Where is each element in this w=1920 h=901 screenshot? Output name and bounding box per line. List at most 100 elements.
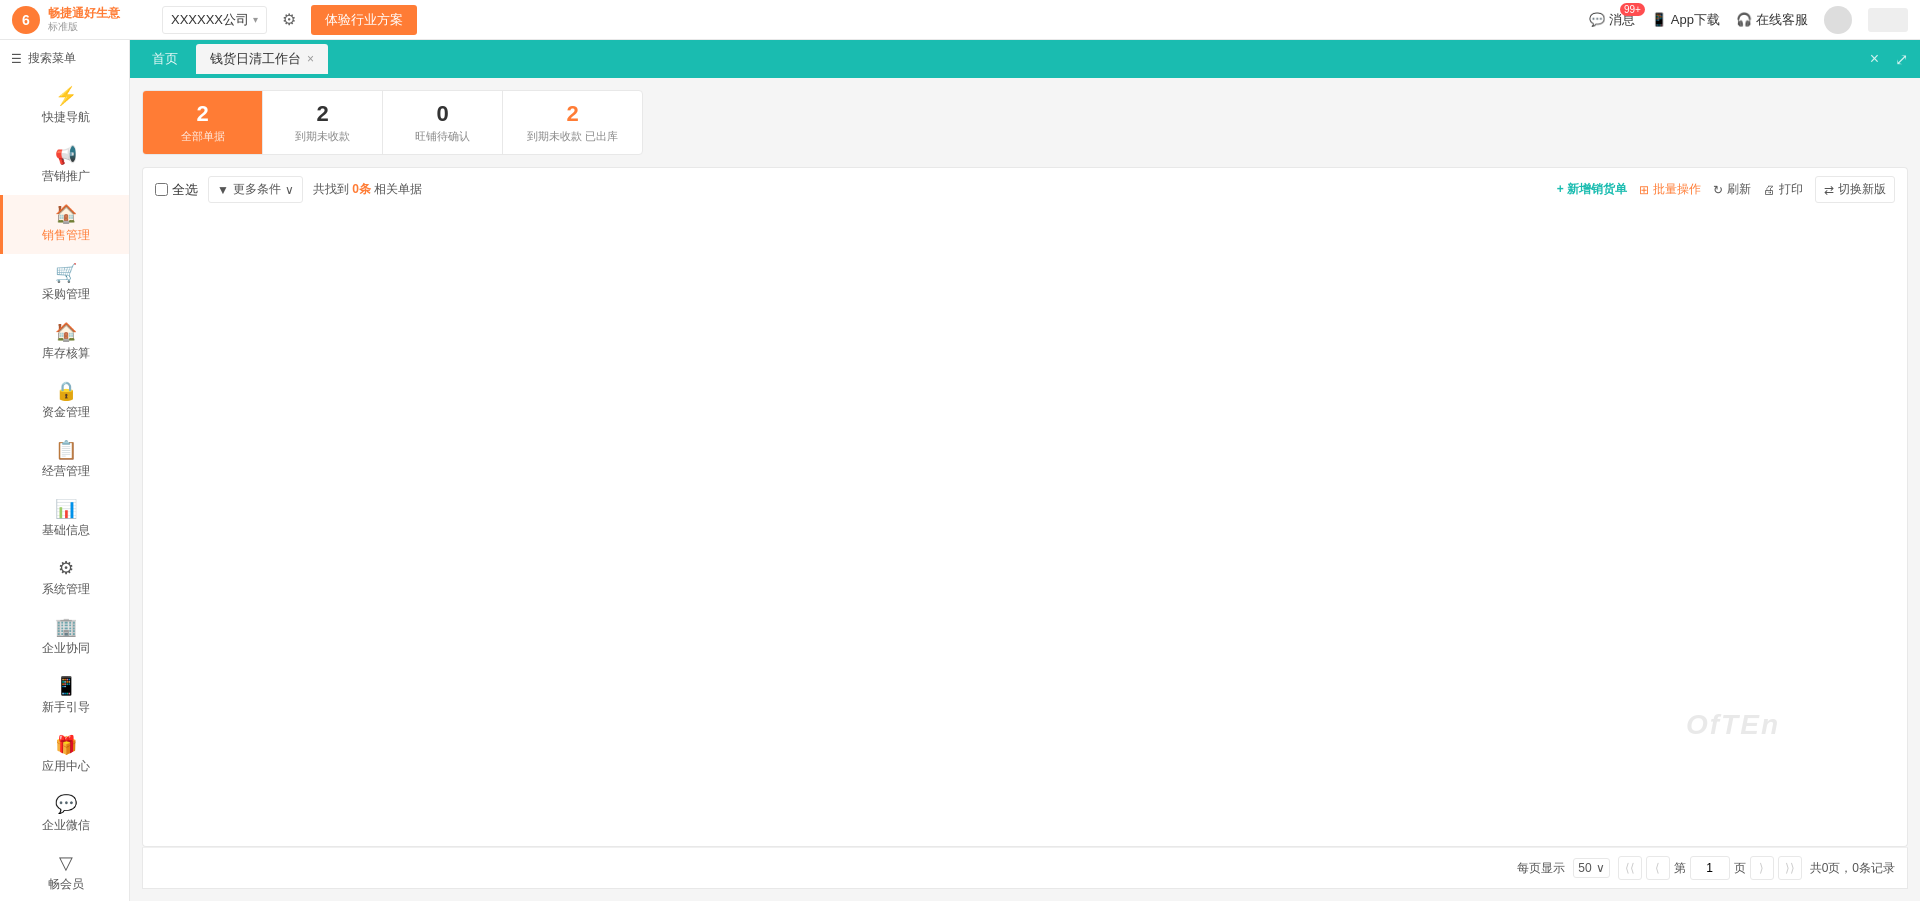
sidebar-label: 资金管理 bbox=[42, 404, 90, 421]
switch-icon: ⇄ bbox=[1824, 183, 1834, 197]
sidebar-item-finance[interactable]: 🔒 资金管理 bbox=[0, 372, 129, 431]
page-prefix: 第 bbox=[1674, 860, 1686, 877]
sidebar-item-cooperation[interactable]: 🏢 企业协同 bbox=[0, 608, 129, 667]
sidebar-item-wechat[interactable]: 💬 企业微信 bbox=[0, 785, 129, 844]
sidebar-label: 新手引导 bbox=[42, 699, 90, 716]
company-selector[interactable]: XXXXXX公司 ▾ bbox=[162, 6, 267, 34]
stats-tab-pending[interactable]: 0 旺铺待确认 bbox=[383, 91, 503, 154]
page-content: 2 全部单据 2 到期未收款 0 旺铺待确认 2 到期未收款 已出库 bbox=[130, 78, 1920, 901]
sidebar-label: 营销推广 bbox=[42, 168, 90, 185]
content-area: 首页 钱货日清工作台 × × ⤢ 2 全部单据 2 到期未收款 bbox=[130, 40, 1920, 901]
sidebar-item-quick-nav[interactable]: ⚡ 快捷导航 bbox=[0, 77, 129, 136]
select-all-checkbox[interactable]: 全选 bbox=[155, 181, 198, 199]
logo-area: 6 畅捷通好生意 标准版 bbox=[12, 6, 142, 34]
logo-sub: 标准版 bbox=[48, 21, 120, 33]
inventory-icon: 🏠 bbox=[55, 323, 77, 341]
sidebar-item-inventory[interactable]: 🏠 库存核算 bbox=[0, 313, 129, 372]
stats-shipped-num: 2 bbox=[527, 101, 618, 127]
stats-overdue-label: 到期未收款 bbox=[287, 129, 358, 144]
page-suffix: 页 bbox=[1734, 860, 1746, 877]
sidebar-item-system[interactable]: ⚙ 系统管理 bbox=[0, 549, 129, 608]
settings-icon[interactable]: ⚙ bbox=[275, 6, 303, 34]
tab-work-bench[interactable]: 钱货日清工作台 × bbox=[196, 44, 328, 74]
marketing-icon: 📢 bbox=[55, 146, 77, 164]
print-icon: 🖨 bbox=[1763, 183, 1775, 197]
first-page-button[interactable]: ⟨⟨ bbox=[1618, 856, 1642, 880]
sidebar-item-marketing[interactable]: 📢 营销推广 bbox=[0, 136, 129, 195]
toolbar-left: 全选 ▼ 更多条件 ∨ 共找到 0条 相关单据 bbox=[155, 176, 1545, 203]
member-icon: ▽ bbox=[59, 854, 73, 872]
sidebar-item-basic-info[interactable]: 📊 基础信息 bbox=[0, 490, 129, 549]
sidebar-label: 企业协同 bbox=[42, 640, 90, 657]
operations-icon: 📋 bbox=[55, 441, 77, 459]
messages-button[interactable]: 💬 消息 99+ bbox=[1589, 11, 1635, 29]
sidebar-label: 应用中心 bbox=[42, 758, 90, 775]
filter-button[interactable]: ▼ 更多条件 ∨ bbox=[208, 176, 303, 203]
main-layout: ☰ 搜索菜单 ⚡ 快捷导航 📢 营销推广 🏠 销售管理 🛒 采购管理 🏠 库存核… bbox=[0, 40, 1920, 901]
tab-close-icon[interactable]: × bbox=[307, 52, 314, 66]
select-all-label: 全选 bbox=[172, 181, 198, 199]
search-icon: ☰ bbox=[11, 52, 22, 66]
tab-bar: 首页 钱货日清工作台 × × ⤢ bbox=[130, 40, 1920, 78]
bell-icon: 💬 bbox=[1589, 12, 1605, 27]
batch-icon: ⊞ bbox=[1639, 183, 1649, 197]
sidebar-label: 企业微信 bbox=[42, 817, 90, 834]
prev-page-button[interactable]: ⟨ bbox=[1646, 856, 1670, 880]
sidebar-item-guide[interactable]: 📱 新手引导 bbox=[0, 667, 129, 726]
total-records-label: 共0页，0条记录 bbox=[1810, 860, 1895, 877]
refresh-icon: ↻ bbox=[1713, 183, 1723, 197]
stats-shipped-label: 到期未收款 已出库 bbox=[527, 129, 618, 144]
sidebar-item-member[interactable]: ▽ 畅会员 bbox=[0, 844, 129, 901]
filter-label: 更多条件 bbox=[233, 181, 281, 198]
page-size-dropdown-icon: ∨ bbox=[1596, 861, 1605, 875]
last-page-button[interactable]: ⟩⟩ bbox=[1778, 856, 1802, 880]
stats-all-num: 2 bbox=[167, 101, 238, 127]
tab-home[interactable]: 首页 bbox=[138, 44, 192, 74]
app-download-button[interactable]: 📱 App下载 bbox=[1651, 11, 1720, 29]
sidebar-label: 销售管理 bbox=[42, 227, 90, 244]
app-center-icon: 🎁 bbox=[55, 736, 77, 754]
maximize-icon[interactable]: ⤢ bbox=[1891, 46, 1912, 73]
stats-pending-num: 0 bbox=[407, 101, 478, 127]
tab-label: 钱货日清工作台 bbox=[210, 50, 301, 68]
print-button[interactable]: 🖨 打印 bbox=[1763, 181, 1803, 198]
add-sales-order-button[interactable]: + 新增销货单 bbox=[1557, 181, 1627, 198]
batch-operation-button[interactable]: ⊞ 批量操作 bbox=[1639, 181, 1701, 198]
online-service-button[interactable]: 🎧 在线客服 bbox=[1736, 11, 1808, 29]
page-size-select[interactable]: 50 ∨ bbox=[1573, 858, 1609, 878]
system-icon: ⚙ bbox=[58, 559, 74, 577]
experience-button[interactable]: 体验行业方案 bbox=[311, 5, 417, 35]
sidebar-item-app-center[interactable]: 🎁 应用中心 bbox=[0, 726, 129, 785]
sales-icon: 🏠 bbox=[55, 205, 77, 223]
sidebar-search[interactable]: ☰ 搜索菜单 bbox=[0, 40, 129, 77]
stats-pending-label: 旺铺待确认 bbox=[407, 129, 478, 144]
next-page-button[interactable]: ⟩ bbox=[1750, 856, 1774, 880]
refresh-button[interactable]: ↻ 刷新 bbox=[1713, 181, 1751, 198]
stats-tab-all[interactable]: 2 全部单据 bbox=[143, 91, 263, 154]
page-number-input[interactable] bbox=[1690, 856, 1730, 880]
table-footer: 每页显示 50 ∨ ⟨⟨ ⟨ 第 页 ⟩ ⟩⟩ 共0页，0条记录 bbox=[142, 847, 1908, 889]
sidebar-item-sales[interactable]: 🏠 销售管理 bbox=[0, 195, 129, 254]
stats-all-label: 全部单据 bbox=[167, 129, 238, 144]
stats-tab-shipped[interactable]: 2 到期未收款 已出库 bbox=[503, 91, 642, 154]
quick-nav-icon: ⚡ bbox=[55, 87, 77, 105]
sidebar-label: 基础信息 bbox=[42, 522, 90, 539]
sidebar-label: 库存核算 bbox=[42, 345, 90, 362]
select-all-input[interactable] bbox=[155, 183, 168, 196]
wechat-icon: 💬 bbox=[55, 795, 77, 813]
logo-icon: 6 bbox=[12, 6, 40, 34]
stats-tab-overdue[interactable]: 2 到期未收款 bbox=[263, 91, 383, 154]
download-icon: 📱 bbox=[1651, 12, 1667, 27]
avatar[interactable] bbox=[1824, 6, 1852, 34]
sidebar-item-operations[interactable]: 📋 经营管理 bbox=[0, 431, 129, 490]
sidebar-label: 系统管理 bbox=[42, 581, 90, 598]
sidebar: ☰ 搜索菜单 ⚡ 快捷导航 📢 营销推广 🏠 销售管理 🛒 采购管理 🏠 库存核… bbox=[0, 40, 130, 901]
logo-title: 畅捷通好生意 bbox=[48, 6, 120, 20]
minimize-icon[interactable]: × bbox=[1866, 46, 1883, 73]
user-name[interactable] bbox=[1868, 8, 1908, 32]
filter-icon: ▼ bbox=[217, 183, 229, 197]
switch-version-button[interactable]: ⇄ 切换新版 bbox=[1815, 176, 1895, 203]
sidebar-item-purchase[interactable]: 🛒 采购管理 bbox=[0, 254, 129, 313]
pagination-buttons: ⟨⟨ ⟨ 第 页 ⟩ ⟩⟩ bbox=[1618, 856, 1802, 880]
messages-badge: 99+ bbox=[1620, 3, 1645, 16]
